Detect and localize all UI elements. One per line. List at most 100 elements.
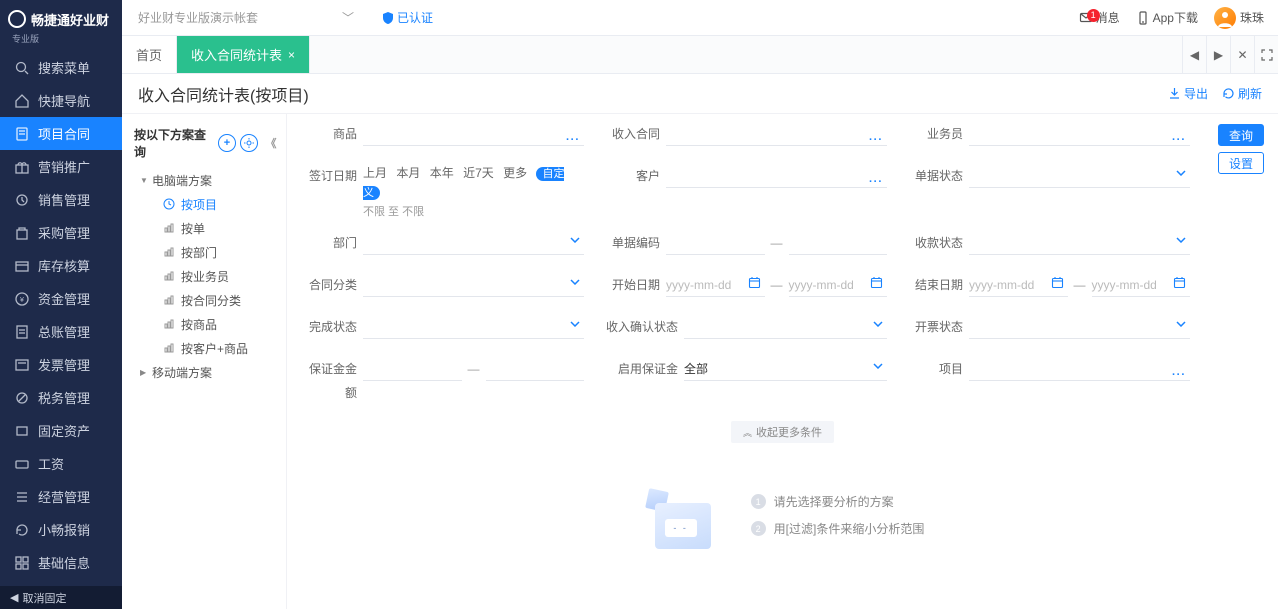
- messages-button[interactable]: 消息 1: [1071, 9, 1128, 26]
- collapse-conditions-button[interactable]: ︽ 收起更多条件: [731, 421, 834, 443]
- sidebar-item-ledger[interactable]: 总账管理: [0, 315, 122, 348]
- chevron-down-icon: ▼: [140, 176, 150, 185]
- sidebar-item-sales[interactable]: 销售管理: [0, 183, 122, 216]
- cart-icon: [14, 192, 30, 208]
- tree-item-by-goods[interactable]: 按商品: [132, 312, 286, 336]
- chevron-down-icon: ﹀: [342, 9, 354, 26]
- deposit-to-input[interactable]: [486, 357, 585, 381]
- enddate-from-input[interactable]: yyyy-mm-dd: [969, 273, 1068, 297]
- sidebar-item-basics[interactable]: 基础信息: [0, 546, 122, 579]
- invoicestatus-select[interactable]: [969, 315, 1190, 339]
- export-button[interactable]: 导出: [1168, 85, 1208, 102]
- project-input[interactable]: ···: [969, 357, 1190, 381]
- sidebar-item-search[interactable]: 搜索菜单: [0, 51, 122, 84]
- dept-select[interactable]: [363, 231, 584, 255]
- brand-sub: 专业版: [0, 32, 122, 51]
- calendar-icon[interactable]: [1173, 276, 1186, 289]
- sidebar-pin-toggle[interactable]: ◀ 取消固定: [0, 586, 122, 609]
- label-confirmstatus: 收入确认状态: [604, 315, 684, 339]
- tab-nav-prev[interactable]: ◀: [1182, 36, 1206, 73]
- enddate-to-input[interactable]: yyyy-mm-dd: [1092, 273, 1191, 297]
- fullscreen-button[interactable]: [1254, 36, 1278, 73]
- sidebar-item-finance[interactable]: ¥资金管理: [0, 282, 122, 315]
- empty-step-2: 用[过滤]条件来缩小分析范围: [774, 520, 925, 537]
- sidebar-item-marketing[interactable]: 营销推广: [0, 150, 122, 183]
- invoice-icon: [14, 357, 30, 373]
- settings-button[interactable]: 设置: [1218, 152, 1264, 174]
- query-button[interactable]: 查询: [1218, 124, 1264, 146]
- sidebar-item-operation[interactable]: 经营管理: [0, 480, 122, 513]
- date-this-month[interactable]: 本月: [396, 166, 420, 180]
- calendar-icon[interactable]: [1051, 276, 1064, 289]
- date-more[interactable]: 更多: [503, 166, 527, 180]
- tree-item-by-project[interactable]: 按项目: [132, 192, 286, 216]
- brand-icon: [8, 10, 26, 28]
- user-menu[interactable]: 珠珠: [1206, 7, 1272, 29]
- more-icon[interactable]: ···: [869, 170, 883, 194]
- sidebar-item-contract[interactable]: 项目合同: [0, 117, 122, 150]
- sidebar-item-inventory[interactable]: 库存核算: [0, 249, 122, 282]
- calendar-icon[interactable]: [870, 276, 883, 289]
- sidebar-item-purchase[interactable]: 采购管理: [0, 216, 122, 249]
- tree-item-by-contract-type[interactable]: 按合同分类: [132, 288, 286, 312]
- sidebar-item-tax[interactable]: 税务管理: [0, 381, 122, 414]
- document-icon: [14, 126, 30, 142]
- chevron-down-icon: [873, 363, 883, 369]
- docno-to-input[interactable]: [789, 231, 888, 255]
- tab-nav-next[interactable]: ▶: [1206, 36, 1230, 73]
- sidebar-item-asset[interactable]: 固定资产: [0, 414, 122, 447]
- refresh-button[interactable]: 刷新: [1222, 85, 1262, 102]
- sidebar-item-invoice[interactable]: 发票管理: [0, 348, 122, 381]
- scheme-settings-button[interactable]: [240, 134, 258, 152]
- docno-from-input[interactable]: [666, 231, 765, 255]
- close-icon[interactable]: ×: [288, 48, 295, 62]
- more-icon[interactable]: ···: [869, 128, 883, 152]
- tab-home[interactable]: 首页: [122, 36, 177, 73]
- sidebar-item-expense[interactable]: 小畅报销: [0, 513, 122, 546]
- tab-close-all[interactable]: ✕: [1230, 36, 1254, 73]
- salesman-input[interactable]: ···: [969, 122, 1190, 146]
- paystatus-select[interactable]: [969, 231, 1190, 255]
- completestatus-select[interactable]: [363, 315, 584, 339]
- date-recent7[interactable]: 近7天: [463, 166, 494, 180]
- deposit-from-input[interactable]: [363, 357, 462, 381]
- shield-icon: [382, 12, 394, 24]
- collapse-panel-button[interactable]: 《: [262, 134, 280, 152]
- tree-item-by-customer-goods[interactable]: 按客户+商品: [132, 336, 286, 360]
- tree-group-mobile[interactable]: ▶移动端方案: [132, 360, 286, 384]
- add-scheme-button[interactable]: +: [218, 134, 236, 152]
- more-icon[interactable]: ···: [1172, 128, 1186, 152]
- tree-item-by-doc[interactable]: 按单: [132, 216, 286, 240]
- goods-input[interactable]: ···: [363, 122, 584, 146]
- more-icon[interactable]: ···: [566, 128, 580, 152]
- label-docno: 单据编码: [604, 231, 666, 255]
- sidebar-item-salary[interactable]: 工资: [0, 447, 122, 480]
- box-icon: [14, 258, 30, 274]
- app-download-button[interactable]: App下载: [1128, 9, 1206, 26]
- confirmstatus-select[interactable]: [684, 315, 887, 339]
- customer-input[interactable]: ···: [666, 164, 887, 188]
- signdate-range-text: 不限 至 不限: [363, 203, 584, 219]
- label-contract: 收入合同: [604, 122, 666, 146]
- tab-income-contract-stats[interactable]: 收入合同统计表 ×: [177, 36, 310, 73]
- chart-icon: [162, 341, 176, 355]
- calendar-icon[interactable]: [748, 276, 761, 289]
- chevron-down-icon: [1176, 321, 1186, 327]
- docstatus-select[interactable]: [969, 164, 1190, 188]
- startdate-from-input[interactable]: yyyy-mm-dd: [666, 273, 765, 297]
- more-icon[interactable]: ···: [1172, 363, 1186, 387]
- contract-input[interactable]: ···: [666, 122, 887, 146]
- clock-icon: [162, 197, 176, 211]
- date-this-year[interactable]: 本年: [430, 166, 454, 180]
- startdate-to-input[interactable]: yyyy-mm-dd: [789, 273, 888, 297]
- tree-group-pc[interactable]: ▼电脑端方案: [132, 168, 286, 192]
- enabledeposit-select[interactable]: 全部: [684, 357, 887, 381]
- sidebar-item-system[interactable]: 系统管理: [0, 579, 122, 586]
- date-last-month[interactable]: 上月: [363, 166, 387, 180]
- tree-item-by-salesman[interactable]: 按业务员: [132, 264, 286, 288]
- account-selector[interactable]: 好业财专业版演示帐套 ﹀: [128, 9, 364, 26]
- contracttype-select[interactable]: [363, 273, 584, 297]
- chart-icon: [162, 317, 176, 331]
- sidebar-item-quicknav[interactable]: 快捷导航: [0, 84, 122, 117]
- tree-item-by-dept[interactable]: 按部门: [132, 240, 286, 264]
